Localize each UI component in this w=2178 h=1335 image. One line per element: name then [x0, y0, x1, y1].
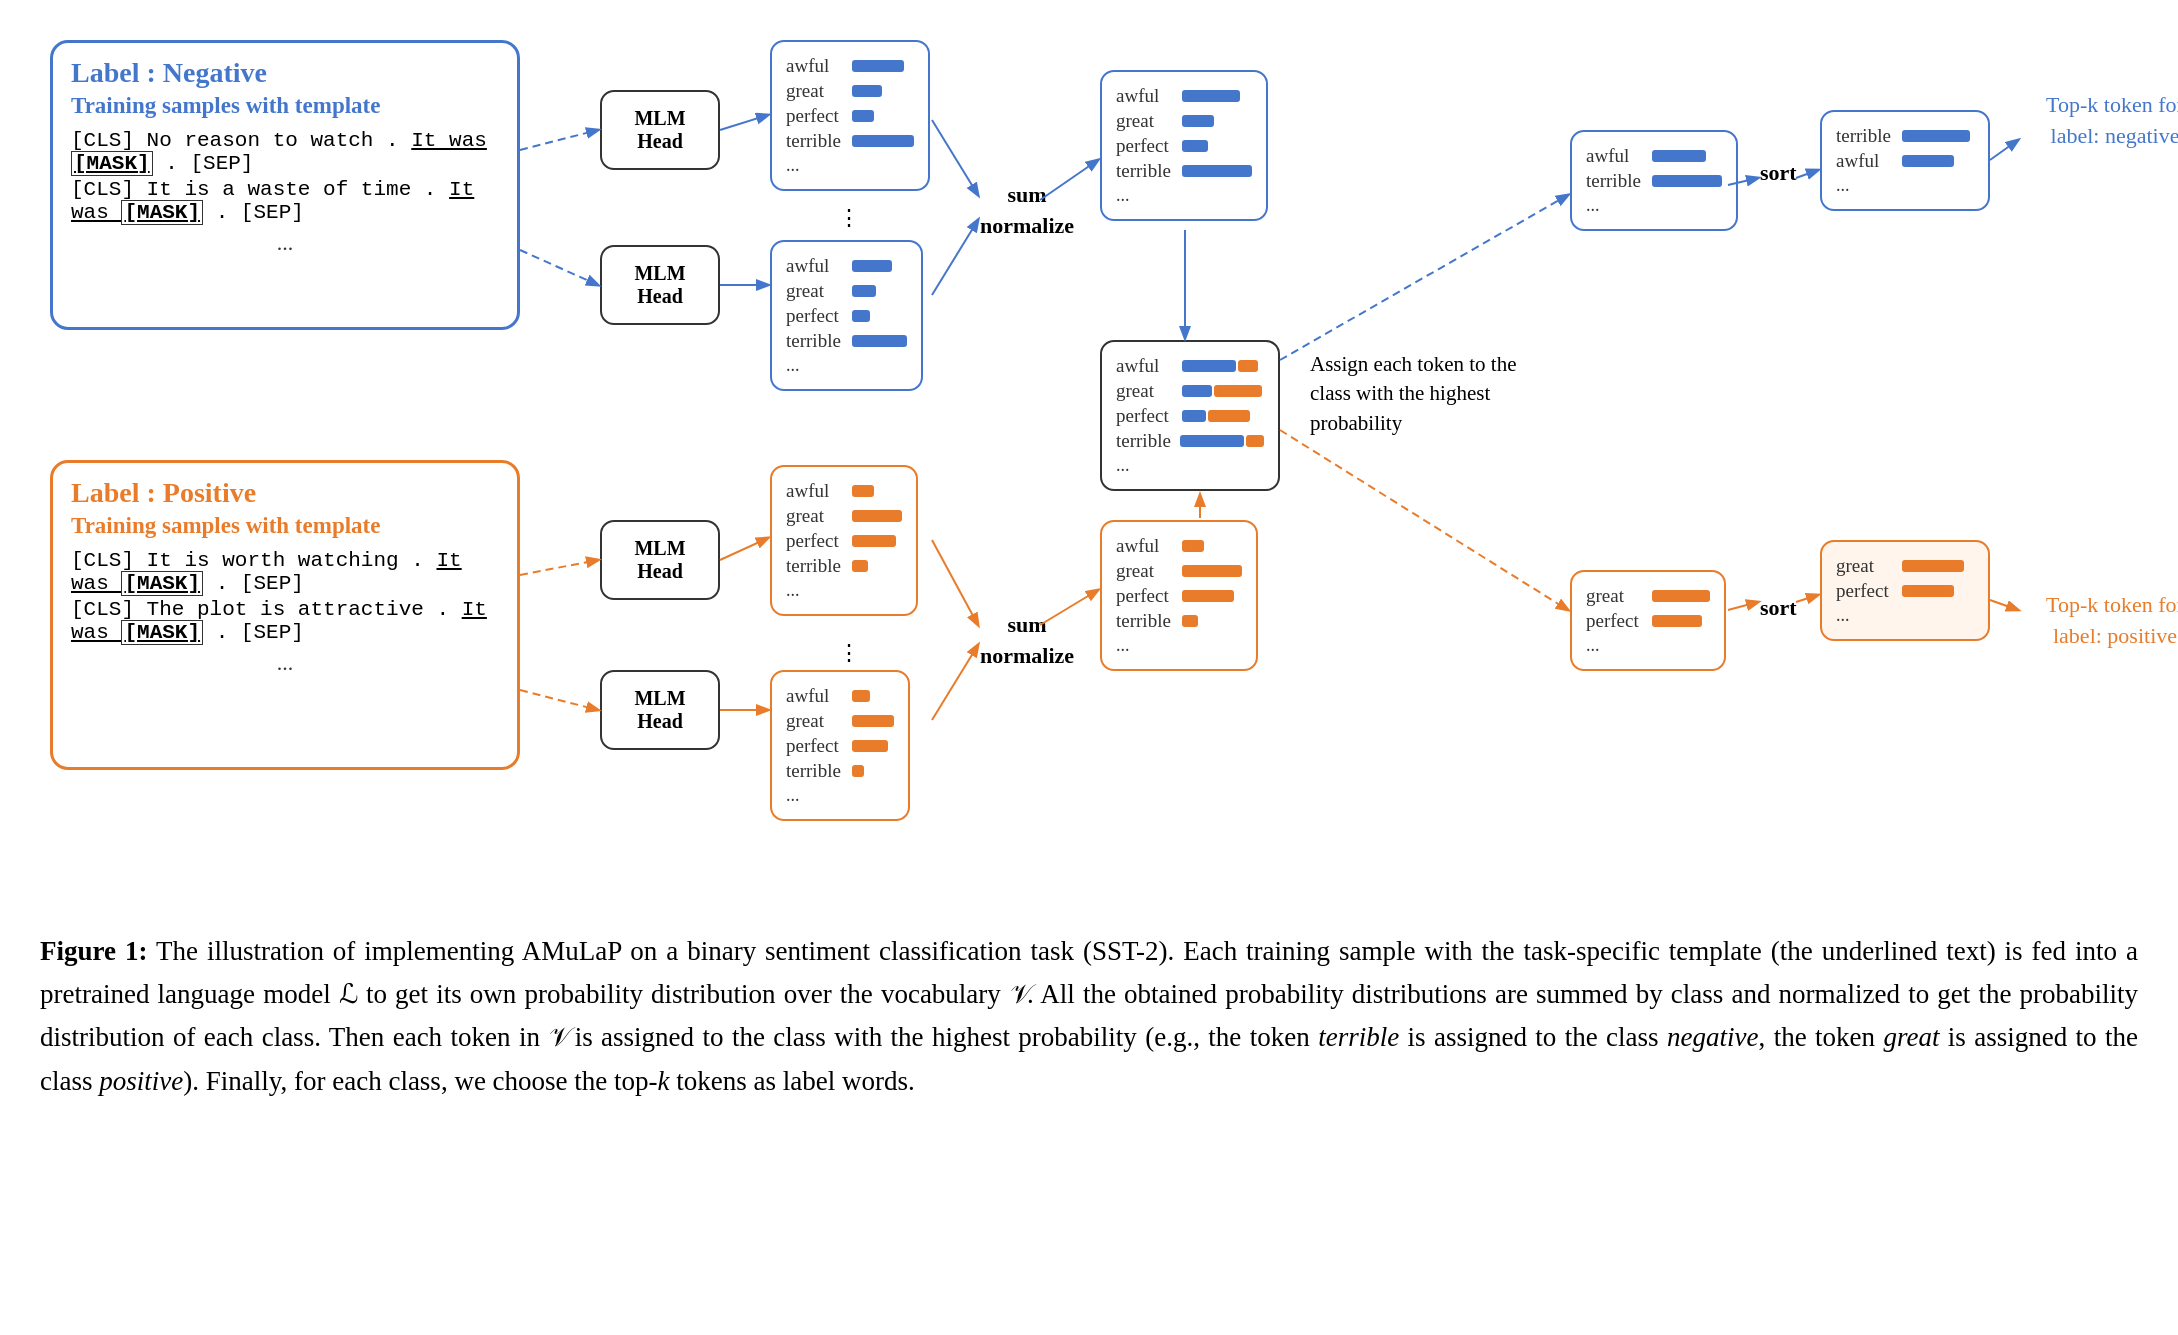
mlm-head-orange-top: MLMHead: [600, 520, 720, 600]
wordlist-blue-topk-pre: awful terrible ...: [1570, 130, 1738, 231]
mlm-head-orange-bottom: MLMHead: [600, 670, 720, 750]
positive-label-subtitle: Training samples with template: [71, 513, 499, 539]
wordlist-blue-summed: awful great perfect terrible ...: [1100, 70, 1268, 221]
svg-line-17: [1280, 430, 1568, 610]
sort-blue: sort: [1760, 160, 1797, 186]
mlm-head-blue-top: MLMHead: [600, 90, 720, 170]
svg-line-21: [1796, 595, 1818, 602]
positive-sample-1: [CLS] It is worth watching . It was [MAS…: [71, 549, 499, 595]
svg-line-1: [520, 250, 598, 285]
mlm-head-blue-bottom: MLMHead: [600, 245, 720, 325]
svg-line-7: [520, 560, 598, 575]
negative-label-subtitle: Training samples with template: [71, 93, 499, 119]
wordlist-combined: awful great perfect terrible ...: [1100, 340, 1280, 491]
topk-label-blue: Top-k token forlabel: negative: [2020, 90, 2178, 152]
positive-dots: ...: [71, 650, 499, 676]
svg-line-16: [1280, 195, 1568, 360]
svg-line-19: [1796, 170, 1818, 178]
wordlist-blue-1: awful great perfect terrible ...: [770, 40, 930, 191]
svg-line-5: [932, 220, 978, 295]
negative-label-box: Label : Negative Training samples with t…: [50, 40, 520, 330]
wordlist-orange-1: awful great perfect terrible ...: [770, 465, 918, 616]
svg-line-12: [932, 645, 978, 720]
wordlist-orange-2: awful great perfect terrible ...: [770, 670, 910, 821]
sum-norm-blue: sumnormalize: [980, 180, 1074, 242]
assign-text: Assign each token to the class with the …: [1310, 350, 1530, 438]
svg-line-23: [1990, 600, 2018, 610]
positive-sample-2: [CLS] The plot is attractive . It was [M…: [71, 598, 499, 644]
svg-line-9: [720, 538, 768, 560]
negative-sample-2: [CLS] It is a waste of time . It was [MA…: [71, 178, 499, 224]
vdots-orange: ⋮: [838, 640, 860, 666]
negative-dots: ...: [71, 230, 499, 256]
figure-caption: Figure 1: The illustration of implementi…: [40, 930, 2138, 1103]
svg-line-22: [1990, 140, 2018, 160]
diagram-area: Label : Negative Training samples with t…: [40, 30, 2138, 900]
negative-label-title: Label : Negative: [71, 57, 499, 89]
svg-line-2: [720, 115, 768, 130]
sum-norm-orange: sumnormalize: [980, 610, 1074, 672]
wordlist-orange-topk-pre: great perfect ...: [1570, 570, 1726, 671]
result-box-orange: great perfect ...: [1820, 540, 1990, 641]
svg-line-4: [932, 120, 978, 195]
negative-sample-1: [CLS] No reason to watch . It was [MASK]…: [71, 129, 499, 175]
result-box-blue: terrible awful ...: [1820, 110, 1990, 211]
svg-line-11: [932, 540, 978, 625]
svg-line-20: [1728, 602, 1758, 610]
wordlist-orange-summed: awful great perfect terrible ...: [1100, 520, 1258, 671]
svg-line-8: [520, 690, 598, 710]
svg-line-0: [520, 130, 598, 150]
topk-label-orange: Top-k token forlabel: positive: [2020, 590, 2178, 652]
positive-label-box: Label : Positive Training samples with t…: [50, 460, 520, 770]
positive-label-title: Label : Positive: [71, 477, 499, 509]
wordlist-blue-2: awful great perfect terrible ...: [770, 240, 923, 391]
vdots-blue: ⋮: [838, 205, 860, 231]
sort-orange: sort: [1760, 595, 1797, 621]
